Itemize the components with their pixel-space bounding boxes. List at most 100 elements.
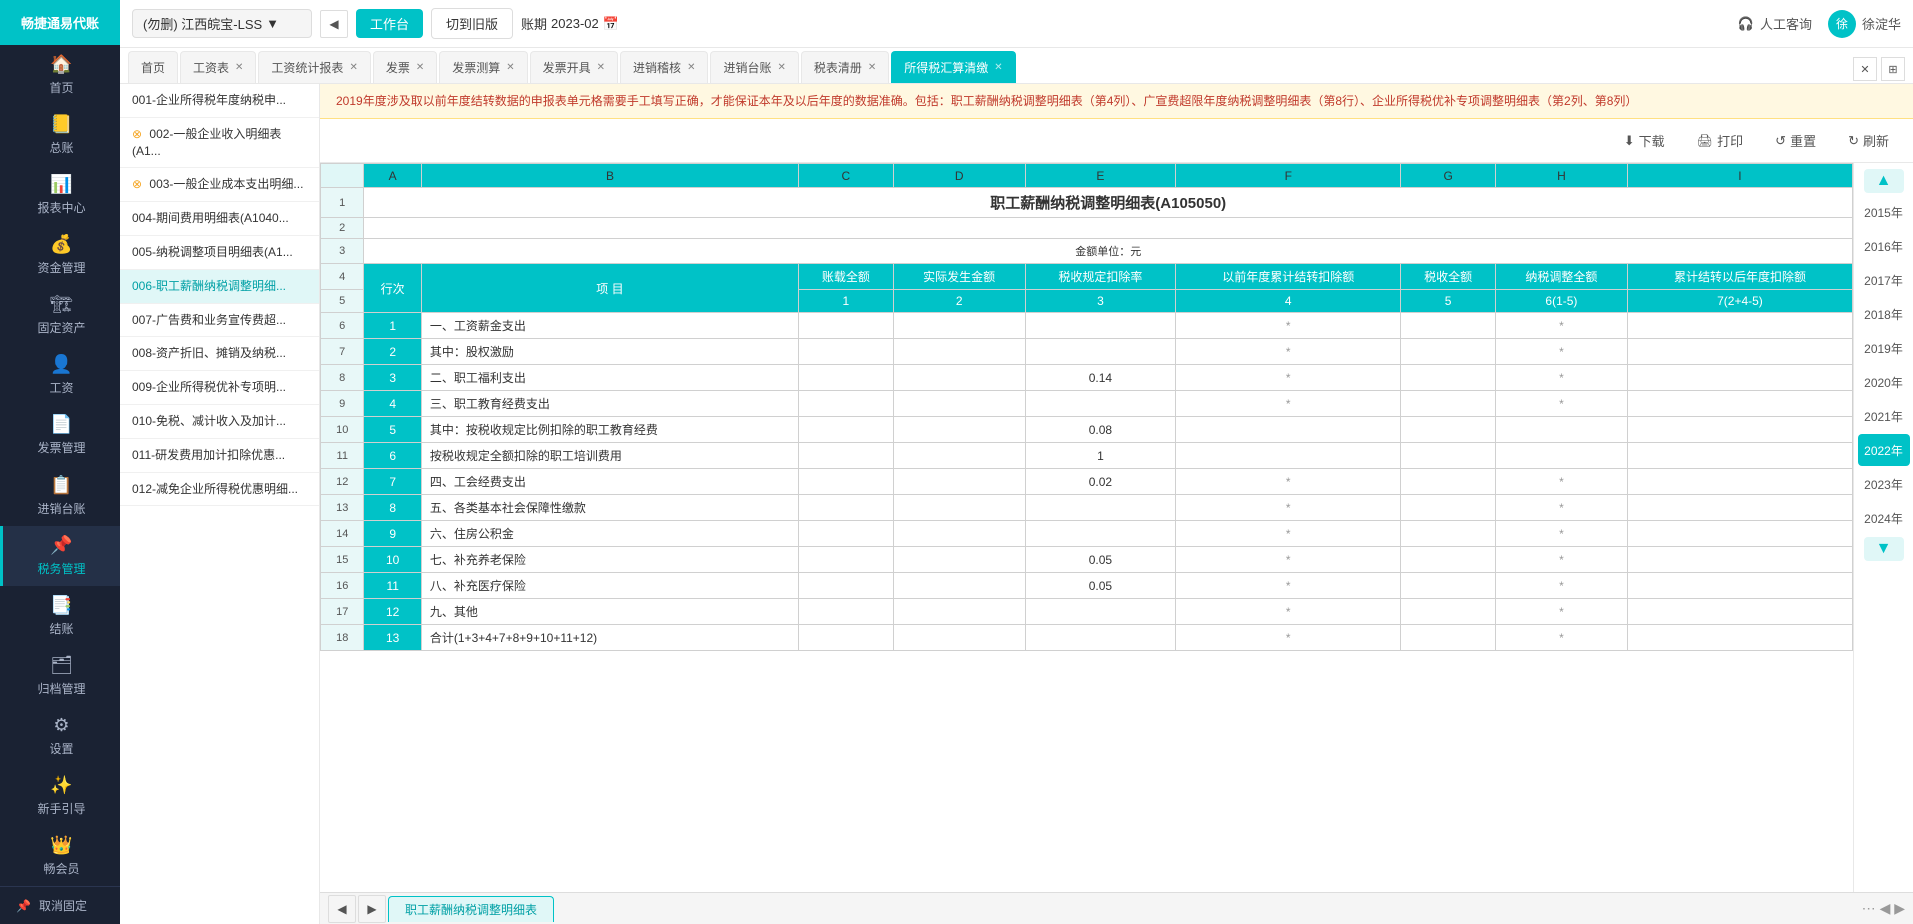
- sidebar-item-salary[interactable]: 👤 工资: [0, 345, 120, 405]
- bottom-tab-salary[interactable]: 职工薪酬纳税调整明细表: [388, 896, 554, 922]
- col7-cell[interactable]: [1627, 495, 1852, 521]
- col1-cell[interactable]: [799, 625, 894, 651]
- tab-home[interactable]: 首页: [128, 51, 178, 83]
- sheet-prev-button[interactable]: ◀: [328, 895, 356, 923]
- left-item-008[interactable]: 008-资产折旧、摊销及纳税...: [120, 337, 319, 371]
- table-row[interactable]: 11 6 按税收规定全额扣除的职工培训费用 1: [321, 443, 1853, 469]
- table-row[interactable]: 18 13 合计(1+3+4+7+8+9+10+11+12) * *: [321, 625, 1853, 651]
- table-row[interactable]: 9 4 三、职工教育经费支出 * *: [321, 391, 1853, 417]
- col1-cell[interactable]: [799, 573, 894, 599]
- col3-cell[interactable]: 0.05: [1025, 547, 1176, 573]
- col6-cell[interactable]: [1495, 443, 1627, 469]
- col6-cell[interactable]: *: [1495, 469, 1627, 495]
- col4-cell[interactable]: *: [1176, 625, 1401, 651]
- tab-ledger[interactable]: 进销台账 ✕: [710, 51, 798, 83]
- col1-cell[interactable]: [799, 339, 894, 365]
- col2-cell[interactable]: [893, 599, 1025, 625]
- col2-cell[interactable]: [893, 521, 1025, 547]
- col7-cell[interactable]: [1627, 443, 1852, 469]
- col4-cell[interactable]: *: [1176, 599, 1401, 625]
- left-item-009[interactable]: 009-企业所得税优补专项明...: [120, 371, 319, 405]
- table-row[interactable]: 12 7 四、工会经费支出 0.02 * *: [321, 469, 1853, 495]
- col5-cell[interactable]: [1401, 573, 1496, 599]
- sidebar-item-assets[interactable]: 🏗 固定资产: [0, 285, 120, 345]
- col7-cell[interactable]: [1627, 573, 1852, 599]
- col6-cell[interactable]: *: [1495, 573, 1627, 599]
- col4-cell[interactable]: [1176, 417, 1401, 443]
- year-scroll-down-button[interactable]: ▼: [1864, 537, 1904, 561]
- col2-cell[interactable]: [893, 443, 1025, 469]
- col5-cell[interactable]: [1401, 365, 1496, 391]
- col2-cell[interactable]: [893, 625, 1025, 651]
- left-item-011[interactable]: 011-研发费用加计扣除优惠...: [120, 439, 319, 473]
- tab-tax-settle-close[interactable]: ✕: [994, 62, 1002, 73]
- col3-cell[interactable]: [1025, 521, 1176, 547]
- col2-cell[interactable]: [893, 547, 1025, 573]
- table-row[interactable]: 13 8 五、各类基本社会保障性缴款 * *: [321, 495, 1853, 521]
- col3-cell[interactable]: [1025, 599, 1176, 625]
- col7-cell[interactable]: [1627, 417, 1852, 443]
- col3-cell[interactable]: 0.14: [1025, 365, 1176, 391]
- col1-cell[interactable]: [799, 495, 894, 521]
- year-2018[interactable]: 2018年: [1858, 298, 1910, 330]
- table-row[interactable]: 16 11 八、补充医疗保险 0.05 * *: [321, 573, 1853, 599]
- col7-cell[interactable]: [1627, 599, 1852, 625]
- col1-cell[interactable]: [799, 599, 894, 625]
- sidebar-item-home[interactable]: 🏠 首页: [0, 45, 120, 105]
- sidebar-item-tax[interactable]: 📌 税务管理: [0, 526, 120, 586]
- col2-cell[interactable]: [893, 417, 1025, 443]
- col6-cell[interactable]: *: [1495, 339, 1627, 365]
- col3-cell[interactable]: [1025, 339, 1176, 365]
- year-2020[interactable]: 2020年: [1858, 366, 1910, 398]
- sidebar-item-vip[interactable]: 👑 畅会员: [0, 826, 120, 886]
- col4-cell[interactable]: *: [1176, 365, 1401, 391]
- col5-cell[interactable]: [1401, 495, 1496, 521]
- tab-payroll[interactable]: 工资表 ✕: [180, 51, 256, 83]
- left-item-004[interactable]: 004-期间费用明细表(A1040...: [120, 202, 319, 236]
- col7-cell[interactable]: [1627, 365, 1852, 391]
- col5-cell[interactable]: [1401, 625, 1496, 651]
- expand-tabs-button[interactable]: ⊞: [1881, 57, 1905, 81]
- year-2021[interactable]: 2021年: [1858, 400, 1910, 432]
- unpin-button[interactable]: 📌 取消固定: [0, 887, 120, 924]
- workspace-button[interactable]: 工作台: [356, 9, 423, 38]
- col2-cell[interactable]: [893, 469, 1025, 495]
- col2-cell[interactable]: [893, 313, 1025, 339]
- year-2015[interactable]: 2015年: [1858, 196, 1910, 228]
- col7-cell[interactable]: [1627, 521, 1852, 547]
- tab-invoice-calc[interactable]: 发票测算 ✕: [439, 51, 527, 83]
- table-row[interactable]: 17 12 九、其他 * *: [321, 599, 1853, 625]
- support-button[interactable]: 🎧 人工客询: [1738, 14, 1812, 33]
- col4-cell[interactable]: *: [1176, 573, 1401, 599]
- col5-cell[interactable]: [1401, 521, 1496, 547]
- col5-cell[interactable]: [1401, 313, 1496, 339]
- year-scroll-up-button[interactable]: ▲: [1864, 169, 1904, 193]
- tab-payroll-report-close[interactable]: ✕: [349, 62, 357, 73]
- tab-invoice[interactable]: 发票 ✕: [373, 51, 437, 83]
- col1-cell[interactable]: [799, 313, 894, 339]
- col3-cell[interactable]: [1025, 313, 1176, 339]
- left-item-007[interactable]: 007-广告费和业务宣传费超...: [120, 304, 319, 338]
- col5-cell[interactable]: [1401, 599, 1496, 625]
- col5-cell[interactable]: [1401, 469, 1496, 495]
- left-item-001[interactable]: 001-企业所得税年度纳税申...: [120, 84, 319, 118]
- tab-tax-settle[interactable]: 所得税汇算清缴 ✕: [891, 51, 1015, 83]
- year-2022[interactable]: 2022年: [1858, 434, 1910, 466]
- col5-cell[interactable]: [1401, 417, 1496, 443]
- tab-invoice-issue-close[interactable]: ✕: [597, 62, 605, 73]
- col3-cell[interactable]: 0.02: [1025, 469, 1176, 495]
- col5-cell[interactable]: [1401, 391, 1496, 417]
- col1-cell[interactable]: [799, 391, 894, 417]
- year-2017[interactable]: 2017年: [1858, 264, 1910, 296]
- col5-cell[interactable]: [1401, 443, 1496, 469]
- print-button[interactable]: 🖨 打印: [1689, 127, 1752, 154]
- tab-payroll-close[interactable]: ✕: [235, 62, 243, 73]
- sidebar-item-invoice[interactable]: 📄 发票管理: [0, 405, 120, 465]
- table-row[interactable]: 10 5 其中：按税收规定比例扣除的职工教育经费 0.08: [321, 417, 1853, 443]
- prev-company-btn[interactable]: ◀: [320, 10, 348, 38]
- col6-cell[interactable]: *: [1495, 365, 1627, 391]
- col5-cell[interactable]: [1401, 339, 1496, 365]
- sidebar-item-archive[interactable]: 🗂 归档管理: [0, 646, 120, 706]
- col4-cell[interactable]: *: [1176, 339, 1401, 365]
- tab-audit-close[interactable]: ✕: [687, 62, 695, 73]
